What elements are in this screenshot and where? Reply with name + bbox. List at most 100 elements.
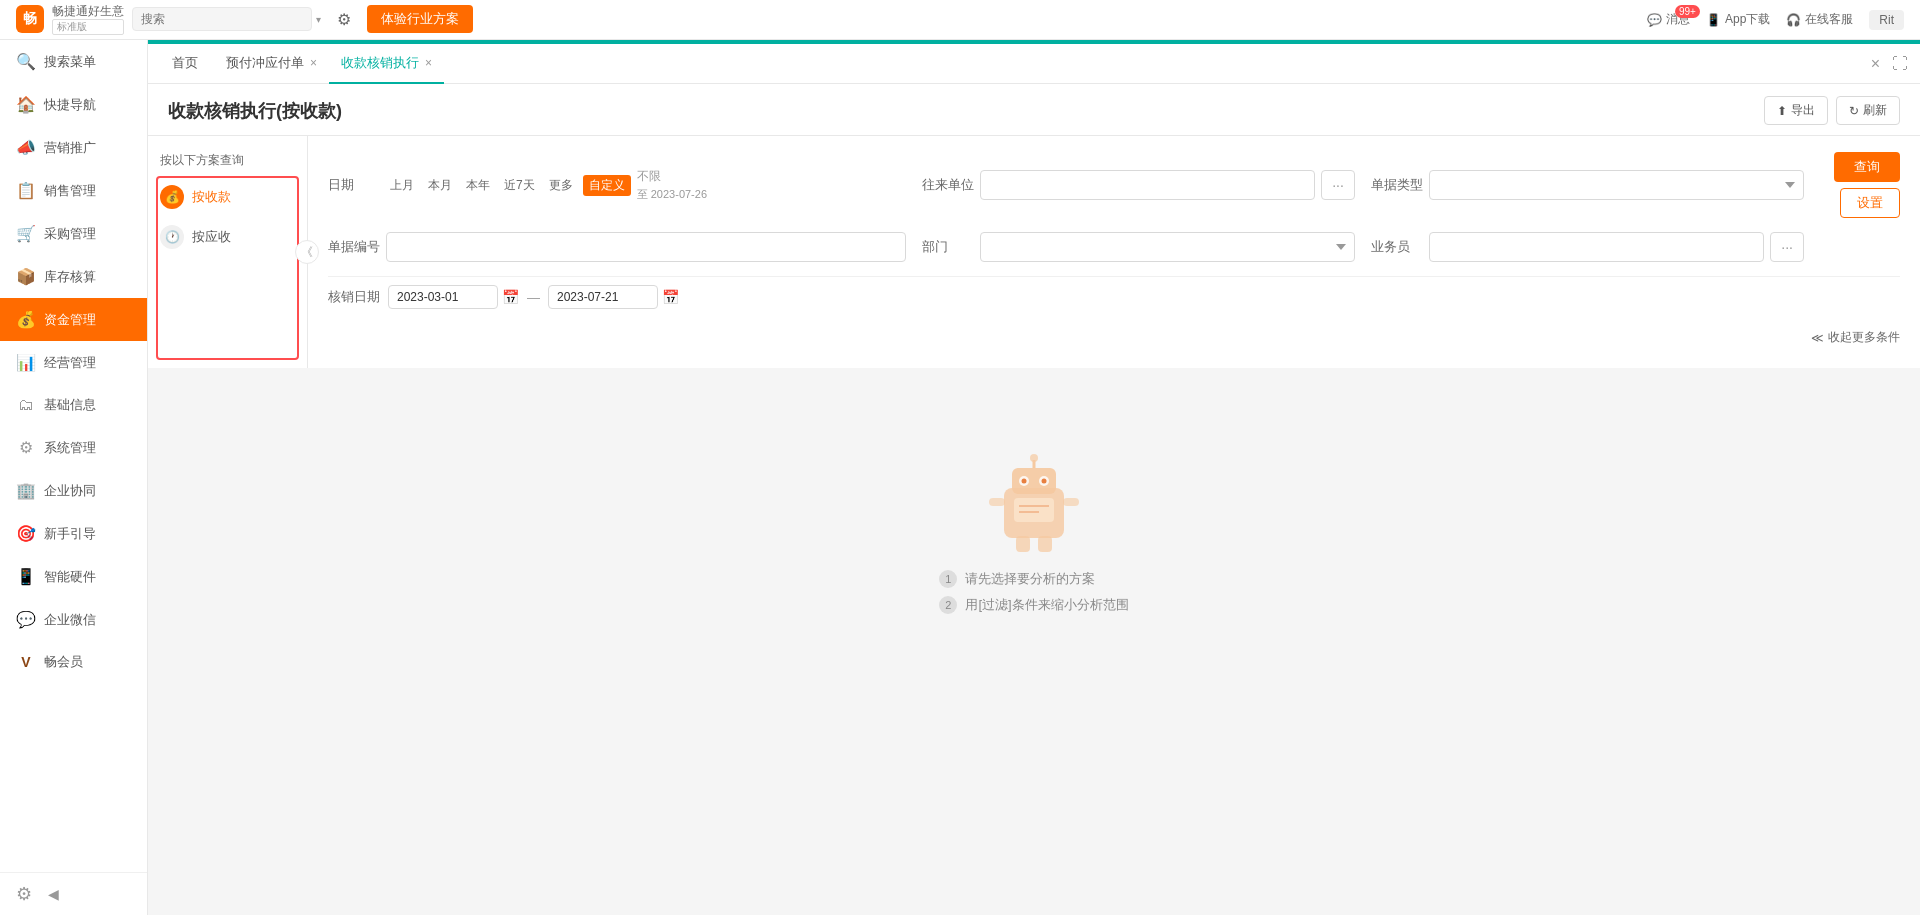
- doc-type-field: 单据类型: [1371, 170, 1804, 200]
- cancel-date-from-wrap: 📅: [388, 285, 519, 309]
- data-area: 1 请先选择要分析的方案 2 用[过滤]条件来缩小分析范围: [148, 368, 1920, 915]
- sidebar-item-enterprise[interactable]: 🏢 企业协同: [0, 469, 147, 512]
- settings-icon[interactable]: ⚙: [16, 883, 32, 905]
- app-download-button[interactable]: 📱 App下载: [1706, 11, 1770, 28]
- plan-button[interactable]: 体验行业方案: [367, 5, 473, 33]
- staff-field: 业务员 ···: [1371, 232, 1804, 262]
- shortcut-last-7days[interactable]: 近7天: [500, 175, 539, 196]
- online-service-button[interactable]: 🎧 在线客服: [1786, 11, 1853, 28]
- user-menu[interactable]: Rit: [1869, 10, 1904, 30]
- counterpart-field: 往来单位 ···: [922, 170, 1355, 200]
- sidebar-item-basics[interactable]: 🗂 基础信息: [0, 384, 147, 426]
- sidebar-item-operations[interactable]: 📊 经营管理: [0, 341, 147, 384]
- cancel-date-field: 核销日期 📅 — 📅: [328, 285, 679, 309]
- sidebar-item-inventory[interactable]: 📦 库存核算: [0, 255, 147, 298]
- sidebar-label-basics: 基础信息: [44, 396, 96, 414]
- finance-icon: 💰: [16, 310, 36, 329]
- cancel-date-to-calendar-icon[interactable]: 📅: [662, 289, 679, 305]
- sidebar-item-search-menu[interactable]: 🔍 搜索菜单: [0, 40, 147, 83]
- page-actions: ⬆ 导出 ↻ 刷新: [1764, 96, 1900, 125]
- date-unlimit: 不限: [637, 168, 707, 185]
- sidebar-item-system[interactable]: ⚙ 系统管理: [0, 426, 147, 469]
- tab-collection-cancel-close-icon[interactable]: ×: [425, 57, 432, 69]
- brand-name: 畅捷通好生意: [52, 4, 124, 18]
- message-icon: 💬: [1647, 13, 1662, 27]
- by-receipt-icon: 💰: [160, 185, 184, 209]
- filter-panel-collapse-button[interactable]: 《: [295, 240, 319, 264]
- sidebar-item-purchase[interactable]: 🛒 采购管理: [0, 212, 147, 255]
- sidebar-label-operations: 经营管理: [44, 354, 96, 372]
- staff-label: 业务员: [1371, 238, 1423, 256]
- date-unlimit-end: 至 2023-07-26: [637, 187, 707, 202]
- search-chevron-icon[interactable]: ▾: [316, 14, 321, 25]
- cancel-date-from-input[interactable]: [388, 285, 498, 309]
- tab-home[interactable]: 首页: [156, 44, 214, 84]
- cancel-date-separator: —: [527, 290, 540, 305]
- tab-prepay[interactable]: 预付冲应付单 ×: [214, 44, 329, 84]
- doc-no-input[interactable]: [386, 232, 906, 262]
- sidebar-label-search-menu: 搜索菜单: [44, 53, 96, 71]
- search-wrap[interactable]: ▾: [132, 7, 321, 31]
- counterpart-ellipsis-button[interactable]: ···: [1321, 170, 1355, 200]
- staff-ellipsis-button[interactable]: ···: [1770, 232, 1804, 262]
- export-button[interactable]: ⬆ 导出: [1764, 96, 1828, 125]
- action-buttons: 查询 设置: [1820, 152, 1900, 218]
- shortcut-this-month[interactable]: 本月: [424, 175, 456, 196]
- refresh-button[interactable]: ↻ 刷新: [1836, 96, 1900, 125]
- collapse-more-label: 收起更多条件: [1828, 329, 1900, 346]
- empty-illustration: [984, 448, 1084, 558]
- collapse-more-icon: ≪: [1811, 331, 1824, 345]
- sidebar-item-member[interactable]: V 畅会员: [0, 641, 147, 683]
- collapse-sidebar-icon[interactable]: ◀: [48, 886, 59, 902]
- collapse-more-button[interactable]: ≪ 收起更多条件: [1811, 323, 1900, 352]
- doc-type-select[interactable]: [1429, 170, 1804, 200]
- cancel-date-to-input[interactable]: [548, 285, 658, 309]
- shortcut-this-year[interactable]: 本年: [462, 175, 494, 196]
- gear-icon[interactable]: ⚙: [337, 10, 351, 29]
- shortcut-custom[interactable]: 自定义: [583, 175, 631, 196]
- sidebar-item-finance[interactable]: 💰 资金管理: [0, 298, 147, 341]
- app-icon: 📱: [1706, 13, 1721, 27]
- sidebar-label-hardware: 智能硬件: [44, 568, 96, 586]
- shortcut-last-month[interactable]: 上月: [386, 175, 418, 196]
- tab-close-all-button[interactable]: ×: [1867, 51, 1884, 77]
- dept-field: 部门: [922, 232, 1355, 262]
- tab-prepay-close-icon[interactable]: ×: [310, 57, 317, 69]
- empty-tips: 1 请先选择要分析的方案 2 用[过滤]条件来缩小分析范围: [939, 570, 1128, 614]
- form-divider: [328, 276, 1900, 277]
- search-input[interactable]: [132, 7, 312, 31]
- sidebar-item-guide[interactable]: 🎯 新手引导: [0, 512, 147, 555]
- svg-rect-8: [989, 498, 1005, 506]
- sidebar-item-hardware[interactable]: 📱 智能硬件: [0, 555, 147, 598]
- sidebar-bottom: ⚙ ◀: [0, 872, 147, 915]
- message-badge: 99+: [1675, 5, 1700, 18]
- cancel-date-from-calendar-icon[interactable]: 📅: [502, 289, 519, 305]
- operations-icon: 📊: [16, 353, 36, 372]
- date-field: 日期 上月 本月 本年 近7天 更多 自定义 不限 至 2023-07-26: [328, 168, 906, 202]
- message-button[interactable]: 💬 消息 99+: [1647, 11, 1690, 28]
- staff-input[interactable]: [1429, 232, 1765, 262]
- svg-rect-1: [1012, 468, 1056, 494]
- date-range: 不限 至 2023-07-26: [637, 168, 707, 202]
- service-icon: 🎧: [1786, 13, 1801, 27]
- svg-rect-9: [1063, 498, 1079, 506]
- filter-option-by-receipt[interactable]: 💰 按收款: [148, 177, 307, 217]
- form-row-2: 单据编号 部门 业务员 ···: [328, 232, 1900, 262]
- doc-no-field: 单据编号: [328, 232, 906, 262]
- query-button[interactable]: 查询: [1834, 152, 1900, 182]
- counterpart-input[interactable]: [980, 170, 1316, 200]
- dept-select[interactable]: [980, 232, 1355, 262]
- cancel-date-label: 核销日期: [328, 288, 380, 306]
- tab-collection-cancel-label: 收款核销执行: [341, 54, 419, 72]
- tab-maximize-button[interactable]: ⛶: [1888, 51, 1912, 77]
- settings-button[interactable]: 设置: [1840, 188, 1900, 218]
- filter-option-by-receivable[interactable]: 🕐 按应收: [148, 217, 307, 257]
- empty-tip-2: 2 用[过滤]条件来缩小分析范围: [939, 596, 1128, 614]
- dept-label: 部门: [922, 238, 974, 256]
- sidebar-item-marketing[interactable]: 📣 营销推广: [0, 126, 147, 169]
- sidebar-item-quick-nav[interactable]: 🏠 快捷导航: [0, 83, 147, 126]
- shortcut-more[interactable]: 更多: [545, 175, 577, 196]
- sidebar-item-sales[interactable]: 📋 销售管理: [0, 169, 147, 212]
- sidebar-item-weixin[interactable]: 💬 企业微信: [0, 598, 147, 641]
- tab-collection-cancel[interactable]: 收款核销执行 ×: [329, 44, 444, 84]
